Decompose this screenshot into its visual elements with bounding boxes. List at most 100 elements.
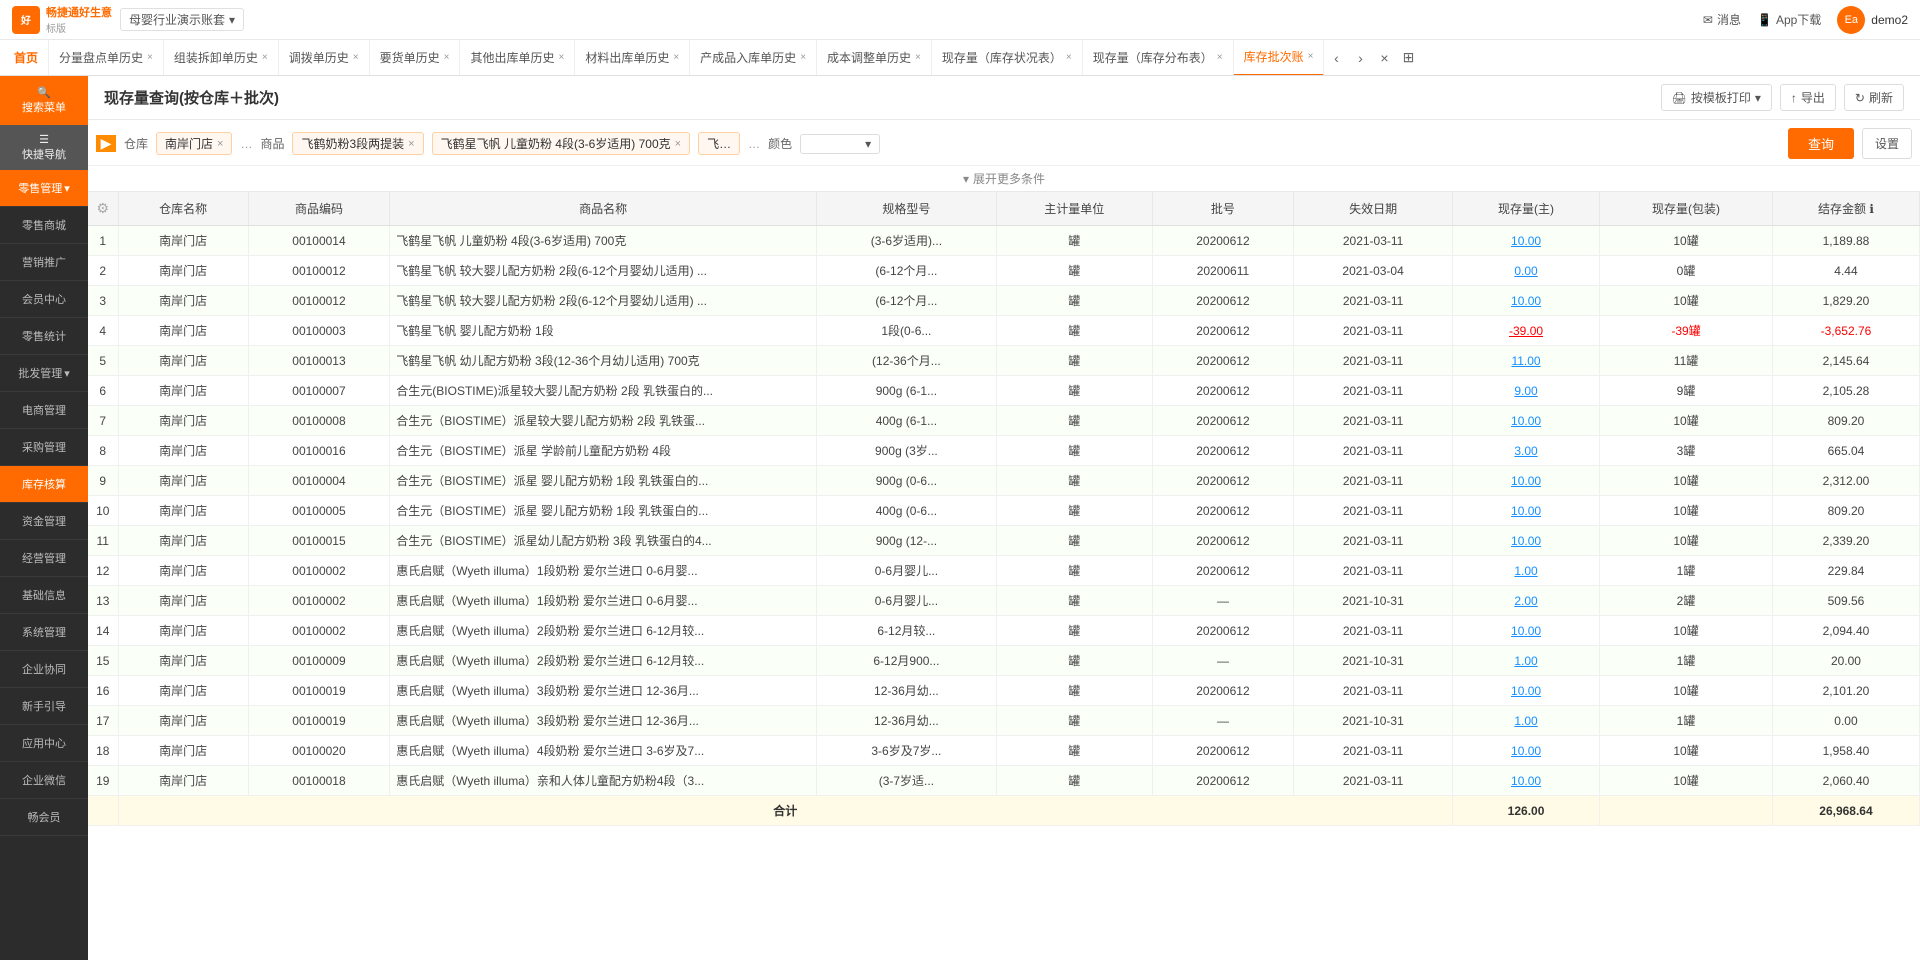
row-qty-main[interactable]: 10.00	[1452, 496, 1599, 526]
row-qty-main[interactable]: 1.00	[1452, 646, 1599, 676]
sidebar-item-finance[interactable]: 资金管理	[0, 503, 88, 540]
warehouse-remove-icon[interactable]: ×	[217, 138, 223, 150]
row-code: 00100012	[248, 286, 390, 316]
close-icon[interactable]: ×	[1217, 52, 1223, 63]
sidebar-quick-nav[interactable]: ☰ 快捷导航	[0, 125, 88, 170]
close-icon[interactable]: ×	[1066, 52, 1072, 63]
expand-more-btn[interactable]: ▾ 展开更多条件	[88, 165, 1920, 191]
tab-batch-ledger[interactable]: 库存批次账 ×	[1234, 40, 1325, 76]
row-qty-main[interactable]: 10.00	[1452, 766, 1599, 796]
tab-material-out[interactable]: 材料出库单历史 ×	[575, 40, 690, 76]
summary-balance: 26,968.64	[1772, 796, 1919, 826]
sidebar-item-retail[interactable]: 零售管理 ▾	[0, 170, 88, 207]
close-icon[interactable]: ×	[800, 52, 806, 63]
sidebar-item-vip[interactable]: 畅会员	[0, 799, 88, 836]
sidebar-item-marketing[interactable]: 营销推广	[0, 244, 88, 281]
color-dropdown[interactable]: ▾	[800, 134, 880, 154]
close-icon[interactable]: ×	[915, 52, 921, 63]
row-qty-main[interactable]: 10.00	[1452, 616, 1599, 646]
close-icon[interactable]: ×	[262, 52, 268, 63]
tab-requisition[interactable]: 要货单历史 ×	[370, 40, 461, 76]
search-icon: 🔍	[4, 86, 84, 99]
table-row: 6 南岸门店 00100007 合生元(BIOSTIME)派星较大婴儿配方奶粉 …	[88, 376, 1920, 406]
nav-prev-arrow[interactable]: ‹	[1324, 40, 1348, 76]
sidebar-item-enterprise-wx[interactable]: 企业微信	[0, 762, 88, 799]
tab-home[interactable]: 首页	[4, 40, 49, 76]
row-expiry: 2021-03-11	[1294, 376, 1453, 406]
sidebar-item-appcenter[interactable]: 应用中心	[0, 725, 88, 762]
sidebar-item-enterprise[interactable]: 企业协同	[0, 651, 88, 688]
sidebar-item-purchase[interactable]: 采购管理	[0, 429, 88, 466]
filter-expand-arrow[interactable]: ▶	[96, 135, 116, 152]
row-qty-main[interactable]: 10.00	[1452, 286, 1599, 316]
operations-label: 经营管理	[22, 553, 66, 565]
row-qty-main[interactable]: 10.00	[1452, 406, 1599, 436]
query-button[interactable]: 查询	[1788, 128, 1854, 159]
row-qty-main[interactable]: 1.00	[1452, 556, 1599, 586]
inventory-table: ⚙ 仓库名称 商品编码 商品名称 规格型号 主计量单位 批号 失效日期 现存量(…	[88, 192, 1920, 826]
row-qty-main[interactable]: 10.00	[1452, 736, 1599, 766]
row-qty-main[interactable]: -39.00	[1452, 316, 1599, 346]
settings-button[interactable]: 设置	[1862, 128, 1912, 159]
row-qty-main[interactable]: 10.00	[1452, 676, 1599, 706]
tab-split-stock[interactable]: 分量盘点单历史 ×	[49, 40, 164, 76]
sidebar-item-newguide[interactable]: 新手引导	[0, 688, 88, 725]
sidebar-item-wholesale[interactable]: 批发管理 ▾	[0, 355, 88, 392]
row-qty-main[interactable]: 11.00	[1452, 346, 1599, 376]
row-qty-main[interactable]: 1.00	[1452, 706, 1599, 736]
nav-tabs-bar: 首页 分量盘点单历史 × 组装拆卸单历史 × 调拨单历史 × 要货单历史 × 其…	[0, 40, 1920, 76]
tab-stock-status[interactable]: 现存量（库存状况表） ×	[932, 40, 1083, 76]
tab-mix[interactable]: 调拨单历史 ×	[279, 40, 370, 76]
sidebar-item-system[interactable]: 系统管理	[0, 614, 88, 651]
product-dots[interactable]: …	[748, 137, 760, 151]
row-spec: 6-12月较...	[816, 616, 996, 646]
row-qty-main[interactable]: 0.00	[1452, 256, 1599, 286]
close-icon[interactable]: ×	[558, 52, 564, 63]
sidebar-item-retail-stats[interactable]: 零售统计	[0, 318, 88, 355]
tab-other-out[interactable]: 其他出库单历史 ×	[460, 40, 575, 76]
tab-disassemble[interactable]: 组装拆卸单历史 ×	[164, 40, 279, 76]
gear-icon[interactable]: ⚙	[96, 200, 109, 216]
nav-next-arrow[interactable]: ›	[1348, 40, 1372, 76]
row-qty-main[interactable]: 3.00	[1452, 436, 1599, 466]
row-qty-main[interactable]: 9.00	[1452, 376, 1599, 406]
app-download-action[interactable]: 📱 App下载	[1757, 11, 1821, 28]
tab-label: 调拨单历史	[289, 49, 349, 66]
sidebar-item-ecommerce[interactable]: 电商管理	[0, 392, 88, 429]
product-tag-1-remove[interactable]: ×	[408, 138, 414, 150]
row-qty-main[interactable]: 10.00	[1452, 466, 1599, 496]
store-selector[interactable]: 母婴行业演示账套 ▾	[120, 8, 244, 31]
tab-cost-adj[interactable]: 成本调整单历史 ×	[817, 40, 932, 76]
refresh-button[interactable]: ↻ 刷新	[1844, 84, 1904, 111]
row-unit: 罐	[996, 646, 1152, 676]
row-spec: (6-12个月...	[816, 256, 996, 286]
sidebar-item-inventory[interactable]: 库存核算	[0, 466, 88, 503]
sidebar-item-member[interactable]: 会员中心	[0, 281, 88, 318]
tab-stock-dist[interactable]: 现存量（库存分布表） ×	[1083, 40, 1234, 76]
row-qty-main[interactable]: 10.00	[1452, 526, 1599, 556]
close-icon[interactable]: ×	[1308, 51, 1314, 62]
warehouse-dots[interactable]: …	[240, 137, 252, 151]
close-icon[interactable]: ×	[673, 52, 679, 63]
row-unit: 罐	[996, 736, 1152, 766]
nav-close-all[interactable]: ×	[1372, 40, 1396, 76]
row-spec: 0-6月婴儿...	[816, 556, 996, 586]
close-icon[interactable]: ×	[353, 52, 359, 63]
row-qty-main[interactable]: 10.00	[1452, 226, 1599, 256]
tab-product-in[interactable]: 产成品入库单历史 ×	[690, 40, 817, 76]
nav-expand-icon[interactable]: ⊞	[1396, 40, 1420, 76]
export-button[interactable]: ↑ 导出	[1780, 84, 1836, 111]
sidebar-search[interactable]: 🔍 搜索菜单	[0, 76, 88, 125]
message-action[interactable]: ✉ 消息	[1703, 11, 1741, 28]
close-icon[interactable]: ×	[444, 52, 450, 63]
row-qty-main[interactable]: 2.00	[1452, 586, 1599, 616]
print-button[interactable]: 🖨 按模板打印 ▾	[1661, 84, 1772, 111]
product-tag-2-remove[interactable]: ×	[675, 138, 681, 150]
user-area[interactable]: Ea demo2	[1837, 6, 1908, 34]
sidebar-item-basic[interactable]: 基础信息	[0, 577, 88, 614]
sidebar-item-operations[interactable]: 经营管理	[0, 540, 88, 577]
sidebar-item-retail-shop[interactable]: 零售商城	[0, 207, 88, 244]
close-icon[interactable]: ×	[147, 52, 153, 63]
row-expiry: 2021-03-11	[1294, 736, 1453, 766]
store-name: 母婴行业演示账套	[129, 11, 225, 28]
